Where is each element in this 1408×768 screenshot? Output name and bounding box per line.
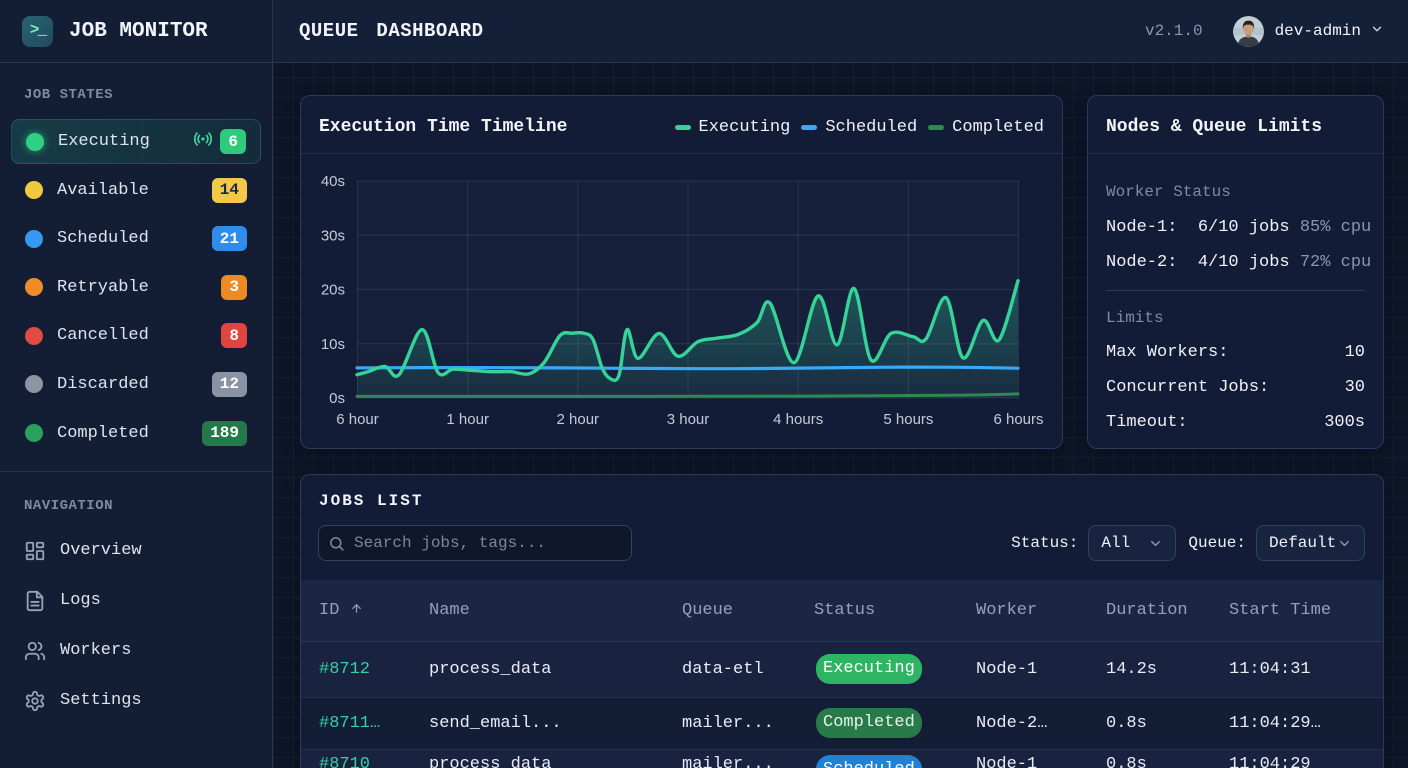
svg-text:10s: 10s bbox=[321, 336, 345, 353]
svg-text:0s: 0s bbox=[329, 390, 345, 407]
svg-text:5 hours: 5 hours bbox=[883, 411, 933, 428]
svg-text:30s: 30s bbox=[321, 227, 345, 244]
svg-text:6 hours: 6 hours bbox=[993, 411, 1043, 428]
svg-text:2 hour: 2 hour bbox=[557, 411, 600, 428]
svg-text:40s: 40s bbox=[321, 173, 345, 190]
svg-text:3 hour: 3 hour bbox=[667, 411, 710, 428]
svg-text:20s: 20s bbox=[321, 282, 345, 299]
svg-text:1 hour: 1 hour bbox=[446, 411, 489, 428]
svg-text:6 hour: 6 hour bbox=[336, 411, 379, 428]
svg-text:4 hours: 4 hours bbox=[773, 411, 823, 428]
